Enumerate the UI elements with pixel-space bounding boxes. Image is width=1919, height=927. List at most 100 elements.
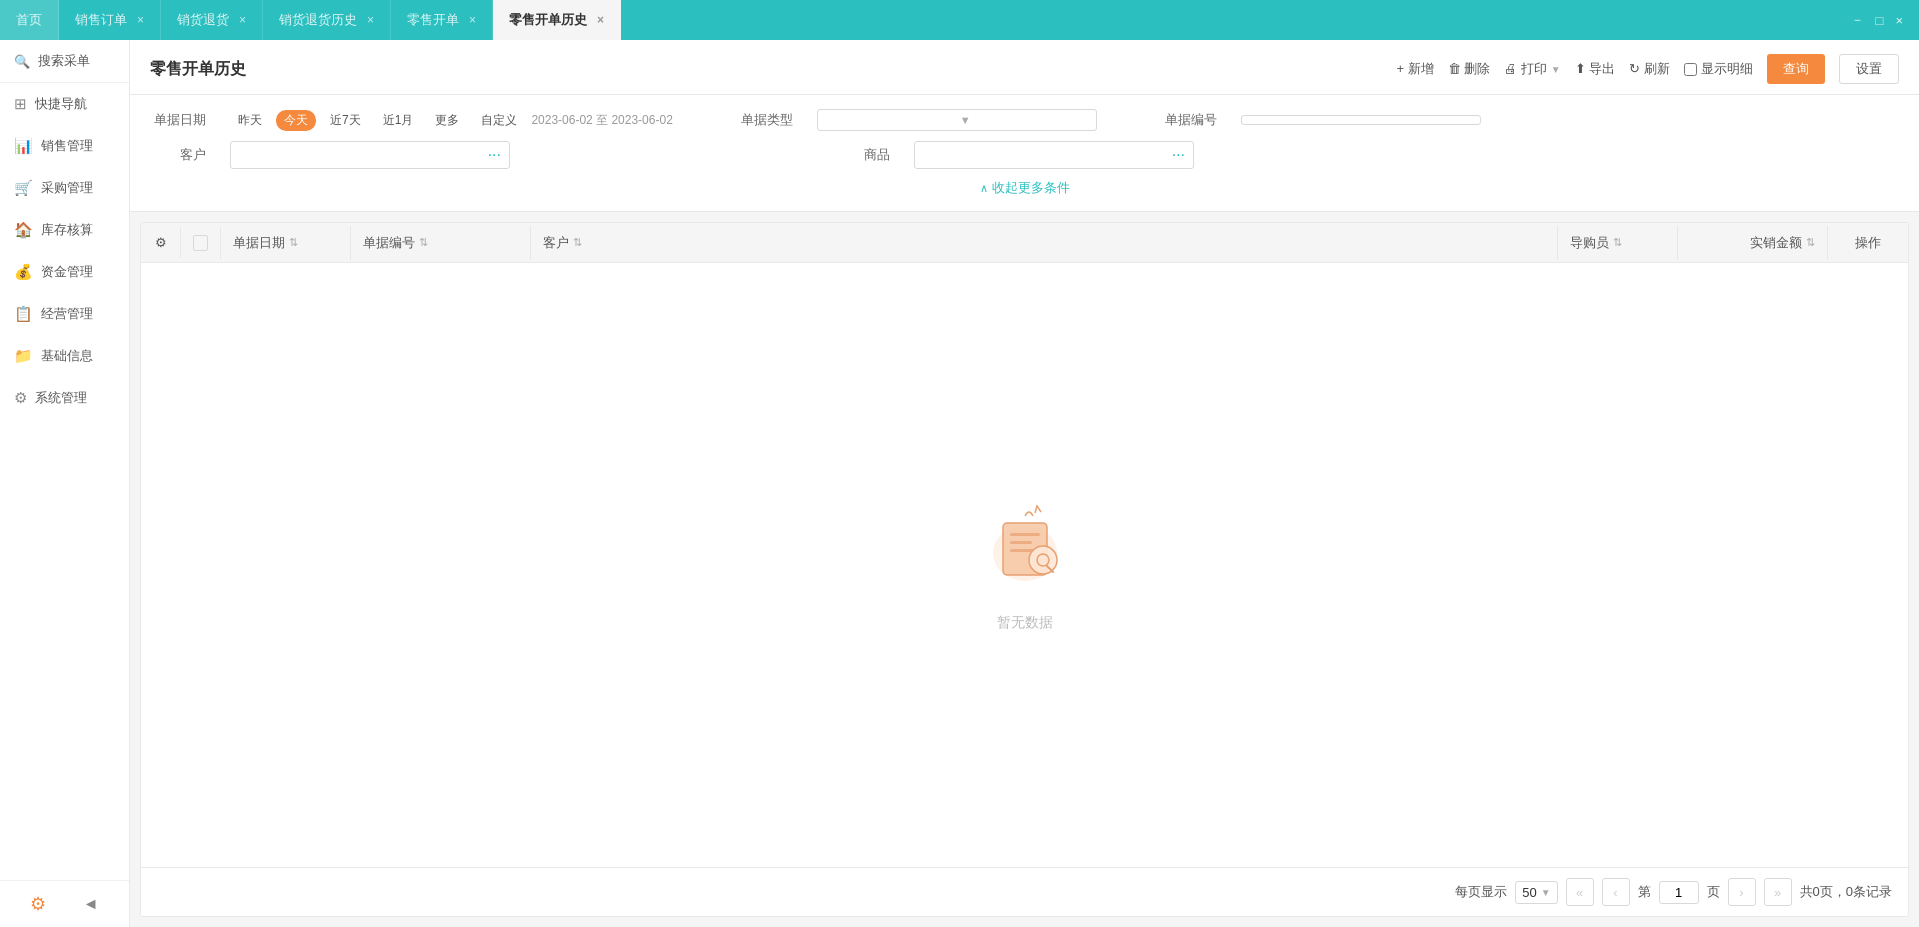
- sidebar-item-label-inventory: 库存核算: [41, 221, 93, 239]
- content-area: 零售开单历史 + 新增 🗑 删除 🖨 打印 ▼ ⬆ 导出 ↻ 刷新: [130, 40, 1919, 927]
- sidebar-item-system-mgmt[interactable]: ⚙ 系统管理: [0, 377, 129, 419]
- date-more-btn[interactable]: 更多: [427, 110, 467, 131]
- tab-close-retail-open[interactable]: ×: [469, 13, 476, 27]
- last-page-button[interactable]: »: [1764, 878, 1792, 906]
- num-filter-input[interactable]: [1241, 115, 1481, 125]
- column-header-check[interactable]: [181, 227, 221, 259]
- basic-info-icon: 📁: [14, 347, 33, 365]
- customer-dots[interactable]: ···: [488, 146, 501, 164]
- goods-filter-input[interactable]: ···: [914, 141, 1194, 169]
- col-date-label: 单据日期: [233, 234, 285, 252]
- sidebar-item-inventory[interactable]: 🏠 库存核算: [0, 209, 129, 251]
- column-header-num[interactable]: 单据编号 ⇅: [351, 226, 531, 260]
- sidebar-search-label: 搜索采单: [38, 52, 90, 70]
- col-customer-label: 客户: [543, 234, 569, 252]
- type-filter-select[interactable]: ▼: [817, 109, 1097, 131]
- goods-dots[interactable]: ···: [1172, 146, 1185, 164]
- total-info: 共0页，0条记录: [1800, 883, 1892, 901]
- quick-nav-icon: ⊞: [14, 95, 27, 113]
- window-close-button[interactable]: ×: [1895, 13, 1903, 28]
- sidebar-item-basic-info[interactable]: 📁 基础信息: [0, 335, 129, 377]
- filter-row-1: 单据日期 昨天 今天 近7天 近1月 更多 自定义 2023-06-02 至 2…: [150, 109, 1899, 131]
- first-page-button[interactable]: «: [1566, 878, 1594, 906]
- sidebar-item-label-sales-mgmt: 销售管理: [41, 137, 93, 155]
- per-page-label: 每页显示: [1455, 883, 1507, 901]
- filter-row-2: 客户 ··· 商品 ···: [150, 141, 1899, 169]
- col-action-label: 操作: [1855, 234, 1881, 252]
- goods-filter-label: 商品: [834, 146, 890, 164]
- filter-area: 单据日期 昨天 今天 近7天 近1月 更多 自定义 2023-06-02 至 2…: [130, 95, 1919, 212]
- main-layout: 🔍 搜索采单 ⊞ 快捷导航 📊 销售管理 🛒 采购管理 🏠 库存核算 💰 资金管…: [0, 40, 1919, 927]
- display-detail-input[interactable]: [1684, 63, 1697, 76]
- sidebar-collapse-icon[interactable]: ◄: [83, 895, 99, 913]
- sidebar-item-finance[interactable]: 💰 资金管理: [0, 251, 129, 293]
- toolbar: + 新增 🗑 删除 🖨 打印 ▼ ⬆ 导出 ↻ 刷新 显示明细: [1396, 54, 1899, 84]
- display-detail-checkbox[interactable]: 显示明细: [1684, 60, 1753, 78]
- tab-close-sales-order[interactable]: ×: [137, 13, 144, 27]
- date-1month-btn[interactable]: 近1月: [375, 110, 422, 131]
- tab-sales-return-history[interactable]: 销货退货历史 ×: [263, 0, 391, 40]
- sidebar-search[interactable]: 🔍 搜索采单: [0, 40, 129, 83]
- window-max-button[interactable]: □: [1876, 13, 1884, 28]
- sidebar-item-purchase-mgmt[interactable]: 🛒 采购管理: [0, 167, 129, 209]
- page-suffix: 页: [1707, 883, 1720, 901]
- sidebar-item-operations[interactable]: 📋 经营管理: [0, 293, 129, 335]
- collapse-more-btn[interactable]: ∧ 收起更多条件: [150, 179, 1899, 197]
- column-header-date[interactable]: 单据日期 ⇅: [221, 226, 351, 260]
- col-num-sort-icon: ⇅: [419, 236, 428, 249]
- purchase-mgmt-icon: 🛒: [14, 179, 33, 197]
- sidebar-item-label-finance: 资金管理: [41, 263, 93, 281]
- tab-home[interactable]: 首页: [0, 0, 59, 40]
- next-page-button[interactable]: ›: [1728, 878, 1756, 906]
- sidebar-item-label-system-mgmt: 系统管理: [35, 389, 87, 407]
- tab-close-sales-return[interactable]: ×: [239, 13, 246, 27]
- col-date-sort-icon: ⇅: [289, 236, 298, 249]
- per-page-select[interactable]: 50 ▼: [1515, 881, 1557, 904]
- system-mgmt-icon: ⚙: [14, 389, 27, 407]
- col-guide-sort-icon: ⇅: [1613, 236, 1622, 249]
- date-yesterday-btn[interactable]: 昨天: [230, 110, 270, 131]
- export-button[interactable]: ⬆ 导出: [1575, 60, 1616, 78]
- tab-close-retail-history[interactable]: ×: [597, 13, 604, 27]
- per-page-value: 50: [1522, 885, 1536, 900]
- tab-sales-order[interactable]: 销售订单 ×: [59, 0, 161, 40]
- column-header-amount[interactable]: 实销金额 ⇅: [1678, 226, 1828, 260]
- customer-filter-input[interactable]: ···: [230, 141, 510, 169]
- select-all-checkbox[interactable]: [193, 235, 208, 251]
- top-tab-bar: 首页 销售订单 × 销货退货 × 销货退货历史 × 零售开单 × 零售开单历史 …: [0, 0, 1919, 40]
- date-7days-btn[interactable]: 近7天: [322, 110, 369, 131]
- num-filter-label: 单据编号: [1161, 111, 1217, 129]
- settings-button[interactable]: 设置: [1839, 54, 1899, 84]
- page-input[interactable]: [1659, 881, 1699, 904]
- tab-close-sales-return-history[interactable]: ×: [367, 13, 374, 27]
- empty-state: 暂无数据: [141, 263, 1908, 867]
- prev-page-button[interactable]: ‹: [1602, 878, 1630, 906]
- tab-sales-return[interactable]: 销货退货 ×: [161, 0, 263, 40]
- column-header-guide[interactable]: 导购员 ⇅: [1558, 226, 1678, 260]
- tab-retail-history[interactable]: 零售开单历史 ×: [493, 0, 621, 40]
- table-header: ⚙ 单据日期 ⇅ 单据编号 ⇅ 客户 ⇅ 导购员: [141, 223, 1908, 263]
- refresh-button[interactable]: ↻ 刷新: [1629, 60, 1670, 78]
- empty-icon: [975, 498, 1075, 598]
- collapse-label: 收起更多条件: [992, 179, 1070, 197]
- column-header-action: 操作: [1828, 226, 1908, 260]
- query-button[interactable]: 查询: [1767, 54, 1825, 84]
- column-header-customer[interactable]: 客户 ⇅: [531, 226, 1558, 260]
- sidebar-item-quick-nav[interactable]: ⊞ 快捷导航: [0, 83, 129, 125]
- sidebar-item-sales-mgmt[interactable]: 📊 销售管理: [0, 125, 129, 167]
- sidebar-item-label-quick-nav: 快捷导航: [35, 95, 87, 113]
- sidebar: 🔍 搜索采单 ⊞ 快捷导航 📊 销售管理 🛒 采购管理 🏠 库存核算 💰 资金管…: [0, 40, 130, 927]
- print-button[interactable]: 🖨 打印 ▼: [1504, 60, 1561, 78]
- date-custom-btn[interactable]: 自定义: [473, 110, 525, 131]
- settings-col-icon: ⚙: [155, 235, 167, 250]
- date-range-text: 2023-06-02 至 2023-06-02: [531, 112, 672, 129]
- print-dropdown-icon[interactable]: ▼: [1551, 64, 1561, 75]
- operations-icon: 📋: [14, 305, 33, 323]
- window-min-button[interactable]: －: [1851, 11, 1864, 29]
- sidebar-settings-icon[interactable]: ⚙: [30, 893, 46, 915]
- add-button[interactable]: + 新增: [1396, 60, 1433, 78]
- date-today-btn[interactable]: 今天: [276, 110, 316, 131]
- column-header-settings[interactable]: ⚙: [141, 227, 181, 258]
- delete-button[interactable]: 🗑 删除: [1448, 60, 1491, 78]
- tab-retail-open[interactable]: 零售开单 ×: [391, 0, 493, 40]
